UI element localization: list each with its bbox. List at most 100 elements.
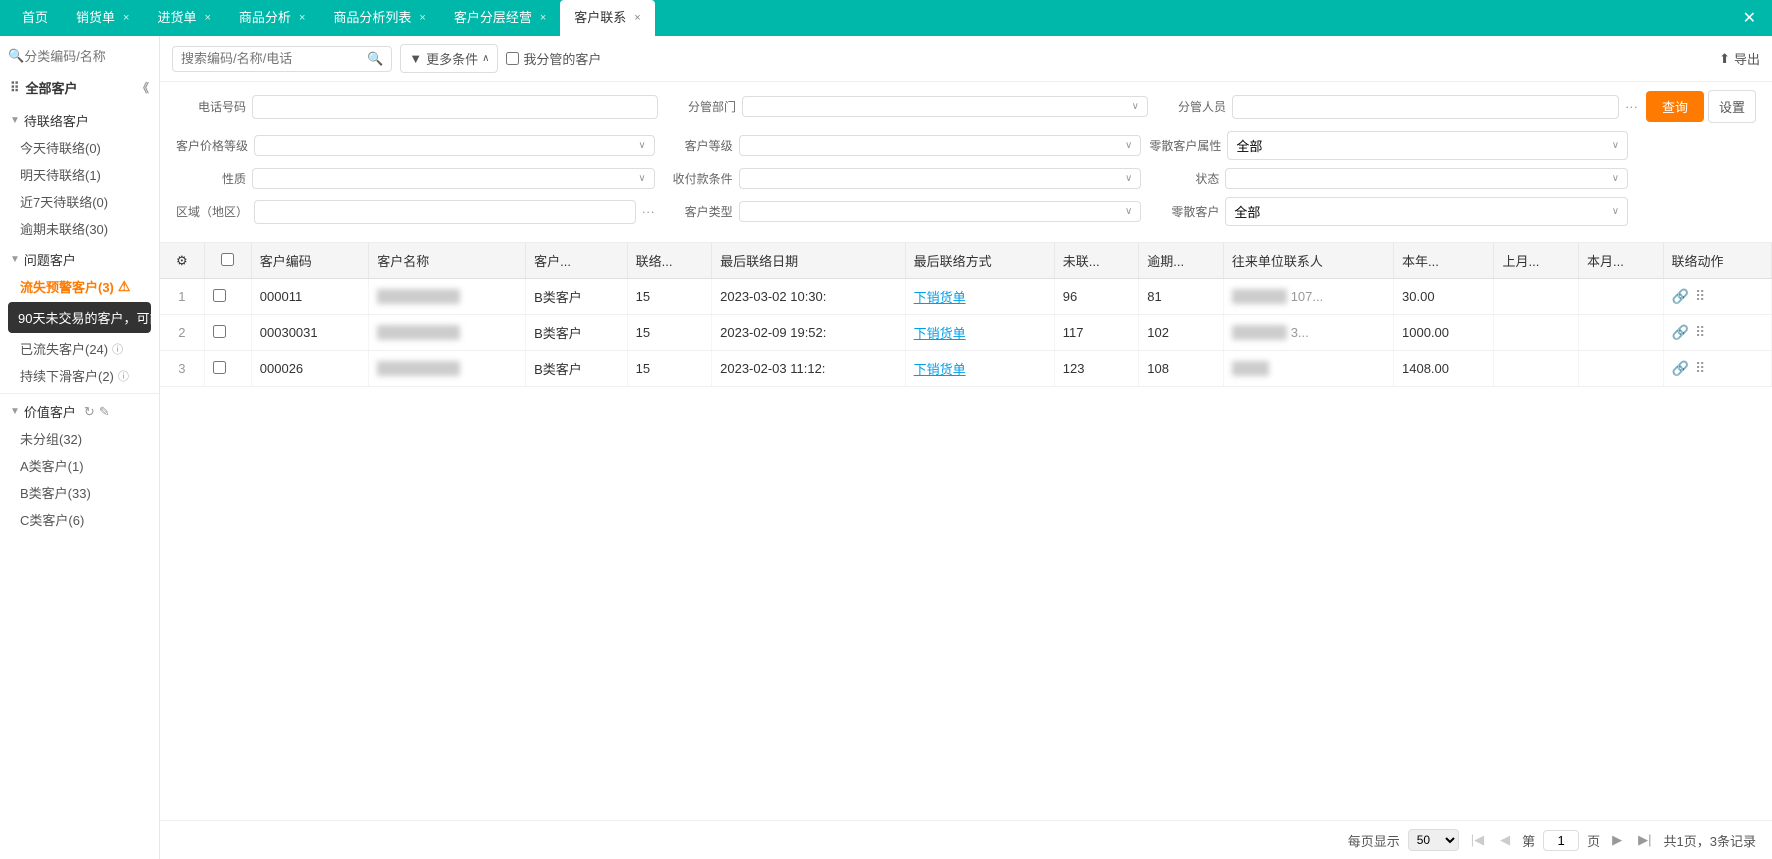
filter-status-select[interactable]: ∨	[1225, 168, 1628, 189]
filter-person-input[interactable]	[1232, 95, 1619, 119]
sidebar-item-overdue-contact[interactable]: 逾期未联络(30)	[0, 215, 159, 242]
sidebar-item-7day-contact[interactable]: 近7天待联络(0)	[0, 188, 159, 215]
col-contact[interactable]: 联络...	[627, 243, 712, 279]
filter-customer-level-select[interactable]: ∨	[739, 135, 1142, 156]
row-uncontact-1: 96	[1054, 279, 1139, 315]
row-uncontact-3: 123	[1054, 351, 1139, 387]
filter-retail-customer-select[interactable]: 全部 ∨	[1225, 197, 1628, 226]
col-type[interactable]: 客户...	[526, 243, 628, 279]
sidebar-item-churn-warning[interactable]: 流失预警客户(3) ⚠	[0, 273, 159, 300]
col-uncontact[interactable]: 未联...	[1054, 243, 1139, 279]
sidebar-item-c-class[interactable]: C类客户(6)	[0, 506, 159, 533]
sidebar-collapse-button[interactable]: 《	[137, 79, 149, 96]
nav-customer-tier[interactable]: 客户分层经营 ×	[440, 0, 560, 36]
filter-payment-select[interactable]: ∨	[739, 168, 1142, 189]
close-purchase-order-icon[interactable]: ×	[204, 0, 210, 36]
last-page-button[interactable]: ▶|	[1634, 830, 1655, 850]
nav-customer-contact[interactable]: 客户联系 ×	[560, 0, 654, 36]
sidebar-item-today-contact[interactable]: 今天待联络(0)	[0, 134, 159, 161]
edit-icon[interactable]: ✎	[99, 404, 110, 420]
sidebar: 🔍 ⠿ 全部客户 《 ▼ 待联络客户 今天待联络(0) 明天待联络(1) 近7天…	[0, 36, 160, 859]
nav-purchase-order[interactable]: 进货单 ×	[143, 0, 224, 36]
search-bar: 🔍 ▼ 更多条件 ∧ 我分管的客户 ⬆ 导出	[160, 36, 1772, 82]
action-menu-icon-2[interactable]: ⠿	[1695, 324, 1705, 341]
sidebar-all-customers[interactable]: ⠿ 全部客户 《	[0, 72, 159, 103]
nav-sales-order[interactable]: 销货单 ×	[62, 0, 143, 36]
filter-region-input[interactable]	[254, 200, 636, 224]
sidebar-search-input[interactable]	[24, 49, 151, 64]
row-check-1[interactable]	[204, 279, 251, 315]
col-last-method[interactable]: 最后联络方式	[905, 243, 1054, 279]
prev-page-button[interactable]: ◀	[1496, 830, 1514, 850]
filter-customer-type-select[interactable]: ∨	[739, 201, 1142, 222]
filter-person: 分管人员 ···	[1156, 95, 1638, 119]
last-method-link-3[interactable]: 下销货单	[914, 362, 966, 377]
row-code-2: 00030031	[251, 315, 368, 351]
col-last-month[interactable]: 上月...	[1494, 243, 1579, 279]
person-more-button[interactable]: ···	[1625, 99, 1638, 114]
col-this-year[interactable]: 本年...	[1394, 243, 1494, 279]
sidebar-search-wrap: 🔍	[0, 44, 159, 68]
last-method-link-2[interactable]: 下销货单	[914, 326, 966, 341]
row-check-3[interactable]	[204, 351, 251, 387]
close-product-analysis-icon[interactable]: ×	[299, 0, 305, 36]
search-input[interactable]	[181, 51, 361, 66]
col-action[interactable]: 联络动作	[1663, 243, 1771, 279]
action-link-icon[interactable]: 🔗	[1672, 288, 1689, 305]
filter-price-level-select[interactable]: ∨	[254, 135, 655, 156]
col-overdue[interactable]: 逾期...	[1139, 243, 1224, 279]
sidebar-item-ungrouped[interactable]: 未分组(32)	[0, 425, 159, 452]
close-product-analysis-list-icon[interactable]: ×	[419, 0, 425, 36]
refresh-icon[interactable]: ↻	[84, 404, 95, 420]
action-link-icon-2[interactable]: 🔗	[1672, 324, 1689, 341]
export-button[interactable]: ⬆ 导出	[1719, 49, 1760, 68]
first-page-button[interactable]: |◀	[1467, 830, 1488, 850]
col-checkbox[interactable]	[204, 243, 251, 279]
section-value-customers-title[interactable]: ▼ 价值客户 ↻ ✎	[0, 398, 159, 425]
row-check-2[interactable]	[204, 315, 251, 351]
search-input-wrap[interactable]: 🔍	[172, 46, 392, 72]
settings-button[interactable]: 设置	[1708, 90, 1756, 123]
my-customer-check[interactable]	[506, 52, 519, 65]
row-last-date-1: 2023-03-02 10:30:	[712, 279, 906, 315]
nav-product-analysis-list[interactable]: 商品分析列表 ×	[319, 0, 439, 36]
close-sales-order-icon[interactable]: ×	[123, 0, 129, 36]
close-customer-tier-icon[interactable]: ×	[540, 0, 546, 36]
col-last-date[interactable]: 最后联络日期	[712, 243, 906, 279]
query-button[interactable]: 查询	[1646, 91, 1704, 122]
region-more-button[interactable]: ···	[642, 204, 655, 219]
filter-nature-select[interactable]: ∨	[252, 168, 655, 189]
sidebar-item-a-class[interactable]: A类客户(1)	[0, 452, 159, 479]
sidebar-item-declining[interactable]: 持续下滑客户(2) ⓘ	[0, 362, 159, 389]
action-link-icon-3[interactable]: 🔗	[1672, 360, 1689, 377]
close-all-button[interactable]: ✕	[1735, 8, 1764, 28]
col-this-month[interactable]: 本月...	[1579, 243, 1664, 279]
filter-more-button[interactable]: ▼ 更多条件 ∧	[400, 44, 498, 73]
col-settings[interactable]: ⚙	[160, 243, 204, 279]
action-menu-icon[interactable]: ⠿	[1695, 288, 1705, 305]
filter-retail-attr-select[interactable]: 全部 ∨	[1227, 131, 1628, 160]
col-contact-person[interactable]: 往来单位联系人	[1223, 243, 1393, 279]
select-all-checkbox[interactable]	[221, 253, 234, 266]
row-this-month-1	[1579, 279, 1664, 315]
close-customer-contact-icon[interactable]: ×	[634, 0, 640, 36]
filter-price-level: 客户价格等级 ∨	[176, 135, 655, 156]
section-pending-contact-title[interactable]: ▼ 待联络客户	[0, 107, 159, 134]
last-method-link-1[interactable]: 下销货单	[914, 290, 966, 305]
my-customer-checkbox[interactable]: 我分管的客户	[506, 49, 601, 68]
action-menu-icon-3[interactable]: ⠿	[1695, 360, 1705, 377]
sidebar-item-churned[interactable]: 已流失客户(24) ⓘ	[0, 335, 159, 362]
col-code[interactable]: 客户编码	[251, 243, 368, 279]
sidebar-item-b-class[interactable]: B类客户(33)	[0, 479, 159, 506]
next-page-button[interactable]: ▶	[1608, 830, 1626, 850]
section-problem-customers-title[interactable]: ▼ 问题客户	[0, 246, 159, 273]
sidebar-item-tomorrow-contact[interactable]: 明天待联络(1)	[0, 161, 159, 188]
search-button[interactable]: 🔍	[367, 51, 383, 67]
nav-product-analysis[interactable]: 商品分析 ×	[225, 0, 319, 36]
nav-home[interactable]: 首页	[8, 0, 62, 36]
filter-dept-select[interactable]: ∨	[742, 96, 1148, 117]
filter-phone-input[interactable]	[252, 95, 658, 119]
page-number-input[interactable]	[1543, 830, 1579, 851]
col-name[interactable]: 客户名称	[369, 243, 526, 279]
per-page-select[interactable]: 50 100 200	[1408, 829, 1459, 851]
